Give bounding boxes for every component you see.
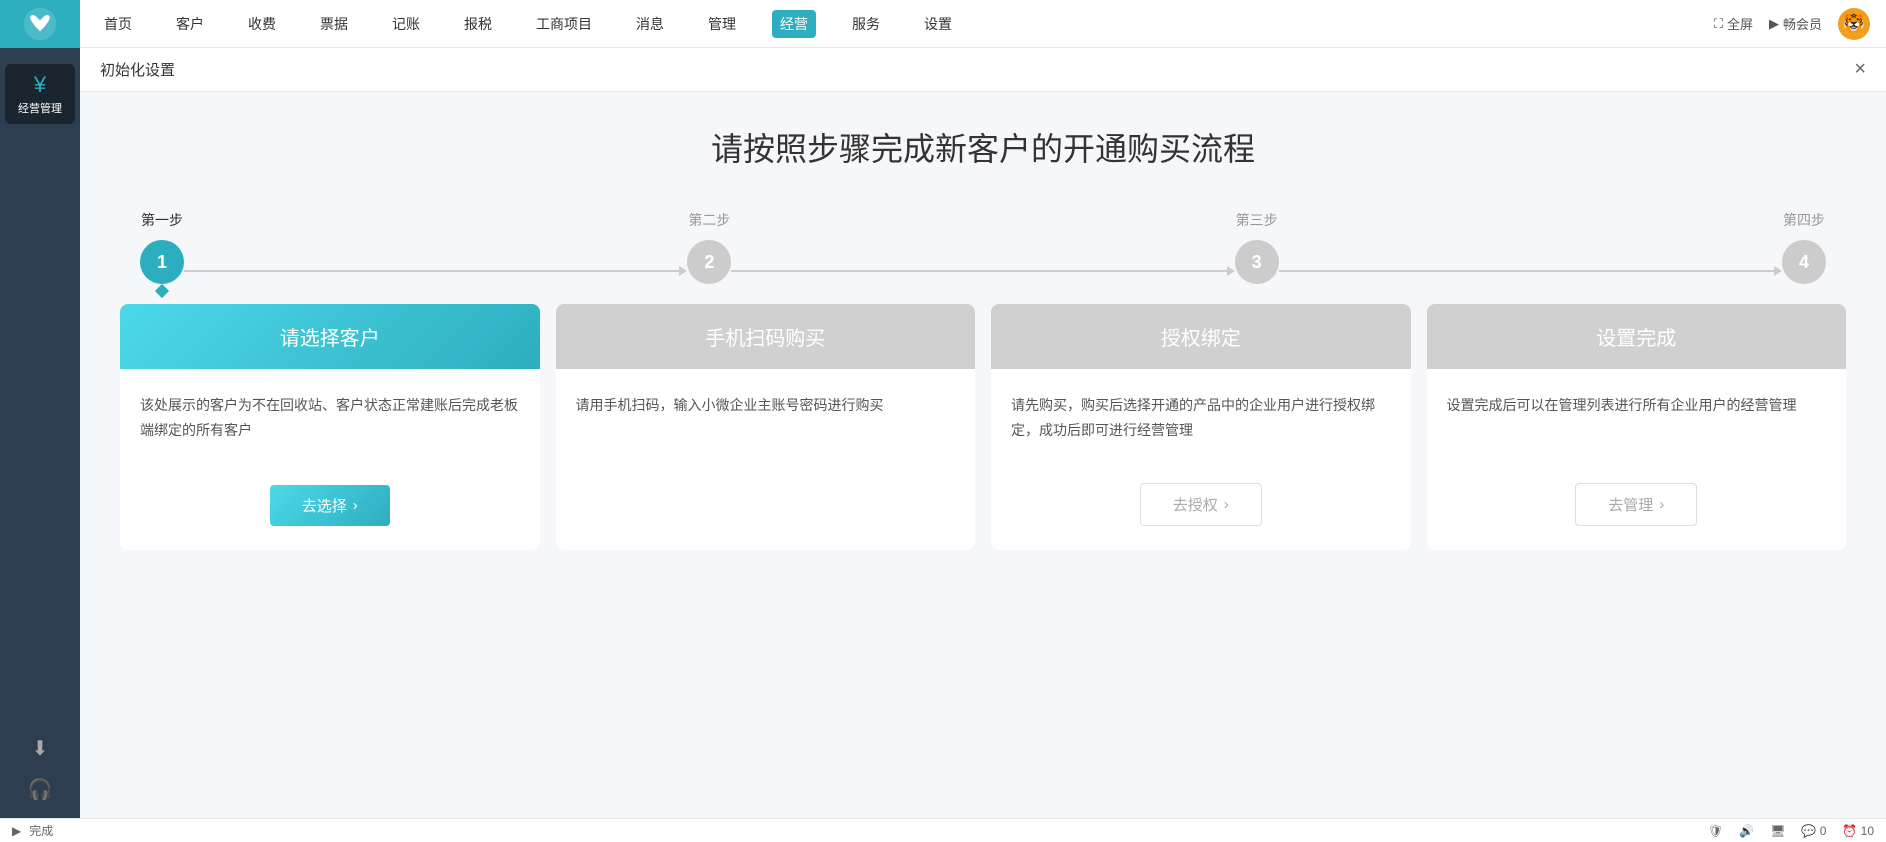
shield-icon: 🛡: [1708, 824, 1723, 838]
card-3-footer: 去授权 ›: [991, 467, 1411, 550]
nav-service[interactable]: 服务: [844, 10, 888, 38]
card-2: 手机扫码购买 请用手机扫码，输入小微企业主账号密码进行购买: [556, 304, 976, 550]
nav-invoice[interactable]: 票据: [312, 10, 356, 38]
nav-message[interactable]: 消息: [628, 10, 672, 38]
step-2: 第二步 2: [687, 210, 731, 284]
nav-manage[interactable]: 管理: [700, 10, 744, 38]
top-navigation: 首页 客户 收费 票据 记账 报税 工商项目 消息 管理 经营 服务 设置 ⛶ …: [80, 0, 1886, 48]
step-2-label: 第二步: [688, 210, 730, 230]
sidebar-bottom: ⬇ 🎧: [28, 736, 53, 818]
step-3-label: 第三步: [1236, 210, 1278, 230]
step-1: 第一步 1: [140, 210, 184, 284]
main-title: 请按照步骤完成新客户的开通购买流程: [120, 124, 1846, 170]
nav-customer[interactable]: 客户: [168, 10, 212, 38]
card-1-button[interactable]: 去选择 ›: [270, 485, 390, 526]
nav-tax[interactable]: 报税: [456, 10, 500, 38]
nav-fee[interactable]: 收费: [240, 10, 284, 38]
step-1-label: 第一步: [141, 210, 183, 230]
card-2-body: 请用手机扫码，输入小微企业主账号密码进行购买: [556, 369, 976, 510]
card-4-arrow-icon: ›: [1659, 496, 1664, 513]
steps-row: 第一步 1 第二步 2: [120, 210, 1846, 284]
play-icon: ▶: [1769, 16, 1779, 32]
screen-icon: 🖥: [1770, 824, 1785, 838]
card-3-body: 请先购买，购买后选择开通的产品中的企业用户进行授权绑定，成功后即可进行经营管理: [991, 369, 1411, 467]
card-4: 设置完成 设置完成后可以在管理列表进行所有企业用户的经营管理 去管理 ›: [1427, 304, 1847, 550]
connector-3-4: [1279, 266, 1782, 276]
nav-operation[interactable]: 经营: [772, 10, 816, 38]
app-logo: [0, 0, 80, 48]
nav-bookkeeping[interactable]: 记账: [384, 10, 428, 38]
volume-icon: 🔊: [1739, 824, 1754, 838]
nav-settings[interactable]: 设置: [916, 10, 960, 38]
nav-right-area: ⛶ 全屏 ▶ 畅会员 🐯: [1714, 8, 1870, 40]
headset-icon: 🎧: [28, 779, 53, 801]
sidebar-item-operation[interactable]: ¥ 经营管理: [5, 64, 75, 124]
download-button[interactable]: ⬇: [32, 736, 49, 761]
content-area: 请按照步骤完成新客户的开通购买流程 第一步 1 第二步 2: [80, 92, 1886, 582]
card-1-header: 请选择客户: [120, 304, 540, 369]
step-2-circle: 2: [687, 240, 731, 284]
play-status-icon: ▶: [12, 824, 21, 838]
step-3: 第三步 3: [1235, 210, 1279, 284]
headset-button[interactable]: 🎧: [28, 777, 53, 802]
chat-icon: 💬 0: [1801, 824, 1826, 838]
status-text: 完成: [29, 822, 53, 839]
download-icon: ⬇: [32, 738, 49, 760]
nav-home[interactable]: 首页: [96, 10, 140, 38]
card-3-arrow-icon: ›: [1224, 496, 1229, 513]
fullscreen-button[interactable]: ⛶ 全屏: [1714, 14, 1753, 33]
cards-container: 请选择客户 该处展示的客户为不在回收站、客户状态正常建账后完成老板端绑定的所有客…: [120, 304, 1846, 550]
breadcrumb-bar: 初始化设置 ×: [80, 48, 1886, 92]
card-1-footer: 去选择 ›: [120, 469, 540, 550]
card-4-footer: 去管理 ›: [1427, 467, 1847, 550]
card-3-header: 授权绑定: [991, 304, 1411, 369]
card-1: 请选择客户 该处展示的客户为不在回收站、客户状态正常建账后完成老板端绑定的所有客…: [120, 304, 540, 550]
close-button[interactable]: ×: [1854, 58, 1866, 81]
step-1-circle: 1: [140, 240, 184, 284]
card-1-body: 该处展示的客户为不在回收站、客户状态正常建账后完成老板端绑定的所有客户: [120, 369, 540, 469]
step-4-circle: 4: [1782, 240, 1826, 284]
step-4-label: 第四步: [1783, 210, 1825, 230]
step-4: 第四步 4: [1782, 210, 1826, 284]
nav-business[interactable]: 工商项目: [528, 10, 600, 38]
card-3: 授权绑定 请先购买，购买后选择开通的产品中的企业用户进行授权绑定，成功后即可进行…: [991, 304, 1411, 550]
main-content: 初始化设置 × 请按照步骤完成新客户的开通购买流程 第一步 1: [80, 48, 1886, 818]
left-sidebar: ¥ 经营管理 ⬇ 🎧: [0, 48, 80, 818]
card-4-body: 设置完成后可以在管理列表进行所有企业用户的经营管理: [1427, 369, 1847, 467]
connector-1-2: [184, 266, 687, 276]
card-2-header: 手机扫码购买: [556, 304, 976, 369]
card-4-button[interactable]: 去管理 ›: [1575, 483, 1697, 526]
user-avatar[interactable]: 🐯: [1838, 8, 1870, 40]
nav-menu: 首页 客户 收费 票据 记账 报税 工商项目 消息 管理 经营 服务 设置: [96, 10, 1714, 38]
connector-2-3: [731, 266, 1234, 276]
clock-icon: ⏰ 10: [1842, 824, 1874, 838]
card-4-header: 设置完成: [1427, 304, 1847, 369]
status-bar: ▶ 完成 🛡 🔊 🖥 💬 0 ⏰ 10: [0, 818, 1886, 842]
card-2-footer: [556, 510, 976, 550]
member-button[interactable]: ▶ 畅会员: [1769, 14, 1822, 33]
step-3-circle: 3: [1235, 240, 1279, 284]
page-title: 初始化设置: [100, 59, 175, 80]
card-1-arrow-icon: ›: [353, 497, 358, 514]
yuan-icon: ¥: [34, 72, 46, 98]
fullscreen-icon: ⛶: [1714, 16, 1723, 32]
card-3-button[interactable]: 去授权 ›: [1140, 483, 1262, 526]
status-bar-right: 🛡 🔊 🖥 💬 0 ⏰ 10: [1708, 824, 1874, 838]
